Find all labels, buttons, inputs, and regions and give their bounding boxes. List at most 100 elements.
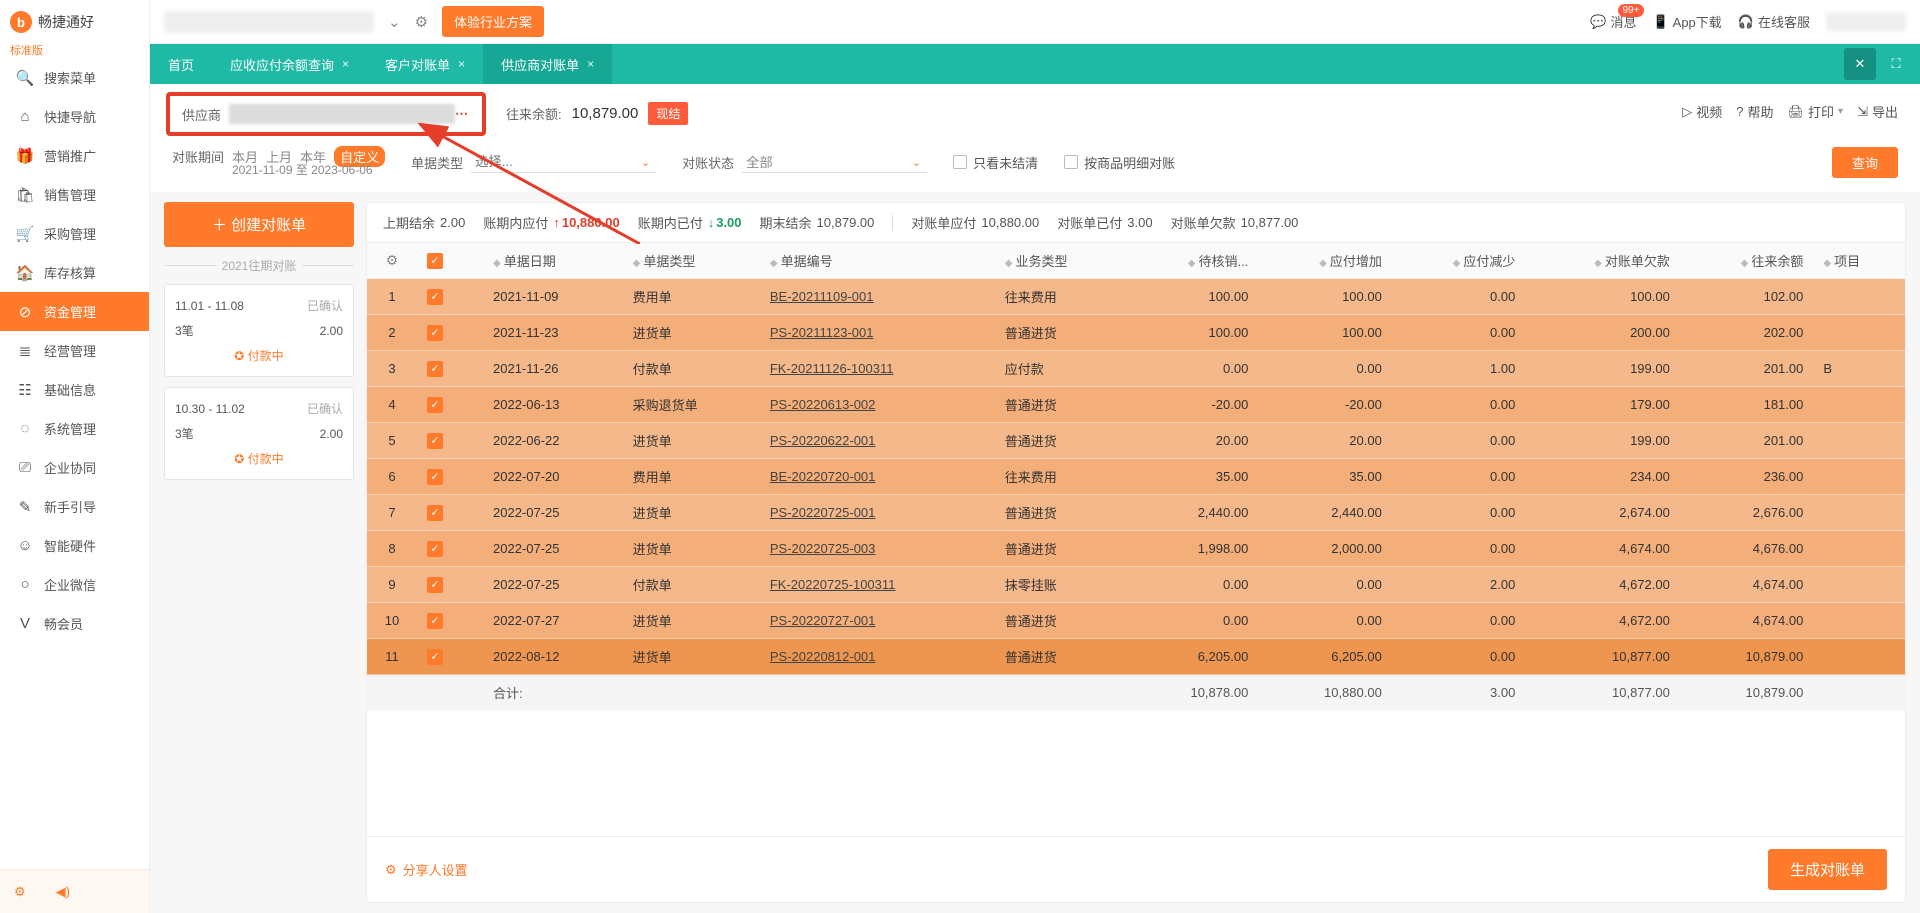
table-row[interactable]: 9✓2022-07-25付款单FK-20220725-100311抹零挂账0.0…	[367, 567, 1905, 603]
supplier-more-icon[interactable]: ⋯	[455, 106, 470, 122]
unsettled-checkbox[interactable]: 只看未结清	[953, 153, 1038, 172]
share-settings-link[interactable]: ⚙分享人设置	[385, 860, 468, 879]
doc-link[interactable]: PS-20211123-001	[770, 325, 874, 340]
column-header[interactable]: ⚙	[367, 243, 417, 279]
select-all-checkbox[interactable]: ✓	[427, 253, 443, 269]
table-row[interactable]: 1✓2021-11-09费用单BE-20211109-001往来费用100.00…	[367, 279, 1905, 315]
table-row[interactable]: 7✓2022-07-25进货单PS-20220725-001普通进货2,440.…	[367, 495, 1905, 531]
column-header[interactable]: ✓	[417, 243, 453, 279]
video-link[interactable]: ▷视频	[1682, 102, 1722, 121]
column-header[interactable]: ◆单据类型	[623, 243, 760, 279]
page-tab[interactable]: 首页	[150, 44, 212, 84]
row-checkbox[interactable]: ✓	[427, 361, 443, 377]
row-checkbox[interactable]: ✓	[427, 577, 443, 593]
doc-link[interactable]: PS-20220812-001	[770, 649, 876, 664]
close-icon[interactable]: ×	[458, 57, 465, 71]
doc-link[interactable]: FK-20211126-100311	[770, 361, 894, 376]
doc-link[interactable]: FK-20220725-100311	[770, 577, 896, 592]
column-header[interactable]: ◆应付增加	[1258, 243, 1392, 279]
row-checkbox[interactable]: ✓	[427, 541, 443, 557]
table-row[interactable]: 11✓2022-08-12进货单PS-20220812-001普通进货6,205…	[367, 639, 1905, 675]
sidebar-item[interactable]: ☷基础信息	[0, 370, 149, 409]
column-header[interactable]: ◆项目	[1813, 243, 1905, 279]
sidebar-item[interactable]: 🎁营销推广	[0, 136, 149, 175]
menu-label: 畅会员	[44, 614, 83, 633]
close-icon[interactable]: ×	[587, 57, 594, 71]
doc-link[interactable]: PS-20220727-001	[770, 613, 876, 628]
sidebar-item[interactable]: ☺智能硬件	[0, 526, 149, 565]
row-checkbox[interactable]: ✓	[427, 289, 443, 305]
print-link[interactable]: 🖨打印▾	[1788, 102, 1844, 121]
history-card[interactable]: 11.01 - 11.08已确认3笔2.00✪ 付款中	[164, 284, 354, 377]
sidebar-item[interactable]: ⎚企业协同	[0, 448, 149, 487]
help-link[interactable]: ?帮助	[1736, 102, 1773, 121]
sort-icon: ◆	[1594, 258, 1602, 269]
row-checkbox[interactable]: ✓	[427, 469, 443, 485]
settings-icon[interactable]: ⚙	[14, 884, 26, 900]
collapse-icon[interactable]: ◀)	[56, 884, 70, 900]
status-input[interactable]	[742, 151, 927, 173]
sidebar-footer: ⚙ ◀)	[0, 869, 149, 913]
row-checkbox[interactable]: ✓	[427, 397, 443, 413]
query-button[interactable]: 查询	[1832, 147, 1898, 178]
create-statement-button[interactable]: ＋ 创建对账单	[164, 202, 354, 247]
sidebar-item[interactable]: ≣经营管理	[0, 331, 149, 370]
gear-icon[interactable]: ⚙	[415, 13, 428, 31]
sidebar-item[interactable]: ○企业微信	[0, 565, 149, 604]
column-header[interactable]: ◆业务类型	[995, 243, 1129, 279]
sidebar-item[interactable]: V畅会员	[0, 604, 149, 643]
close-tab-button[interactable]: ✕	[1844, 48, 1876, 80]
doc-link[interactable]: PS-20220622-001	[770, 433, 876, 448]
dropdown-icon[interactable]: ⌄	[388, 13, 401, 31]
sidebar-item[interactable]: 🛒采购管理	[0, 214, 149, 253]
history-card[interactable]: 10.30 - 11.02已确认3笔2.00✪ 付款中	[164, 387, 354, 480]
doc-link[interactable]: BE-20220720-001	[770, 469, 876, 484]
table-row[interactable]: 6✓2022-07-20费用单BE-20220720-001往来费用35.003…	[367, 459, 1905, 495]
doc-link[interactable]: BE-20211109-001	[770, 289, 874, 304]
table-row[interactable]: 4✓2022-06-13采购退货单PS-20220613-002普通进货-20.…	[367, 387, 1905, 423]
detail-checkbox[interactable]: 按商品明细对账	[1064, 153, 1175, 172]
customer-service-link[interactable]: 🎧 在线客服	[1738, 12, 1810, 31]
sidebar-item[interactable]: ⌂快捷导航	[0, 97, 149, 136]
row-checkbox[interactable]: ✓	[427, 649, 443, 665]
table-row[interactable]: 5✓2022-06-22进货单PS-20220622-001普通进货20.002…	[367, 423, 1905, 459]
doc-link[interactable]: PS-20220613-002	[770, 397, 876, 412]
row-checkbox[interactable]: ✓	[427, 505, 443, 521]
doc-link[interactable]: PS-20220725-003	[770, 541, 876, 556]
sidebar-item[interactable]: ✎新手引导	[0, 487, 149, 526]
sidebar-item[interactable]: 🛍销售管理	[0, 175, 149, 214]
doc-link[interactable]: PS-20220725-001	[770, 505, 876, 520]
messages-link[interactable]: 💬 消息 99+	[1590, 12, 1636, 31]
sidebar-item[interactable]: 🏠库存核算	[0, 253, 149, 292]
column-header[interactable]	[453, 243, 483, 279]
page-tab[interactable]: 应收应付余额查询×	[212, 44, 367, 84]
table-row[interactable]: 3✓2021-11-26付款单FK-20211126-100311应付款0.00…	[367, 351, 1905, 387]
experience-button[interactable]: 体验行业方案	[442, 6, 544, 37]
gear-icon[interactable]: ⚙	[386, 252, 399, 268]
page-tab[interactable]: 客户对账单×	[367, 44, 483, 84]
export-link[interactable]: ⇲导出	[1857, 102, 1898, 121]
generate-statement-button[interactable]: 生成对账单	[1768, 849, 1887, 890]
sidebar-item[interactable]: 🔍搜索菜单	[0, 58, 149, 97]
sidebar-item[interactable]: ◌系统管理	[0, 409, 149, 448]
table-row[interactable]: 8✓2022-07-25进货单PS-20220725-003普通进货1,998.…	[367, 531, 1905, 567]
fullscreen-button[interactable]: ⛶	[1880, 48, 1912, 80]
table-row[interactable]: 2✓2021-11-23进货单PS-20211123-001普通进货100.00…	[367, 315, 1905, 351]
close-icon[interactable]: ×	[342, 57, 349, 71]
column-header[interactable]: ◆待核销...	[1128, 243, 1258, 279]
column-header[interactable]: ◆单据编号	[760, 243, 995, 279]
page-tab[interactable]: 供应商对账单×	[483, 44, 612, 84]
column-header[interactable]: ◆对账单欠款	[1525, 243, 1680, 279]
supplier-selector[interactable]: 供应商 ⋯	[166, 92, 486, 136]
app-download-link[interactable]: 📱 App下载	[1652, 12, 1721, 31]
sidebar-item[interactable]: ⊘资金管理	[0, 292, 149, 331]
row-checkbox[interactable]: ✓	[427, 325, 443, 341]
row-checkbox[interactable]: ✓	[427, 613, 443, 629]
row-checkbox[interactable]: ✓	[427, 433, 443, 449]
table-row[interactable]: 10✓2022-07-27进货单PS-20220727-001普通进货0.000…	[367, 603, 1905, 639]
column-header[interactable]: ◆应付减少	[1392, 243, 1526, 279]
column-header[interactable]: ◆单据日期	[483, 243, 623, 279]
settle-button[interactable]: 现结	[648, 102, 688, 125]
column-header[interactable]: ◆往来余额	[1680, 243, 1814, 279]
doc-type-input[interactable]	[471, 151, 656, 173]
